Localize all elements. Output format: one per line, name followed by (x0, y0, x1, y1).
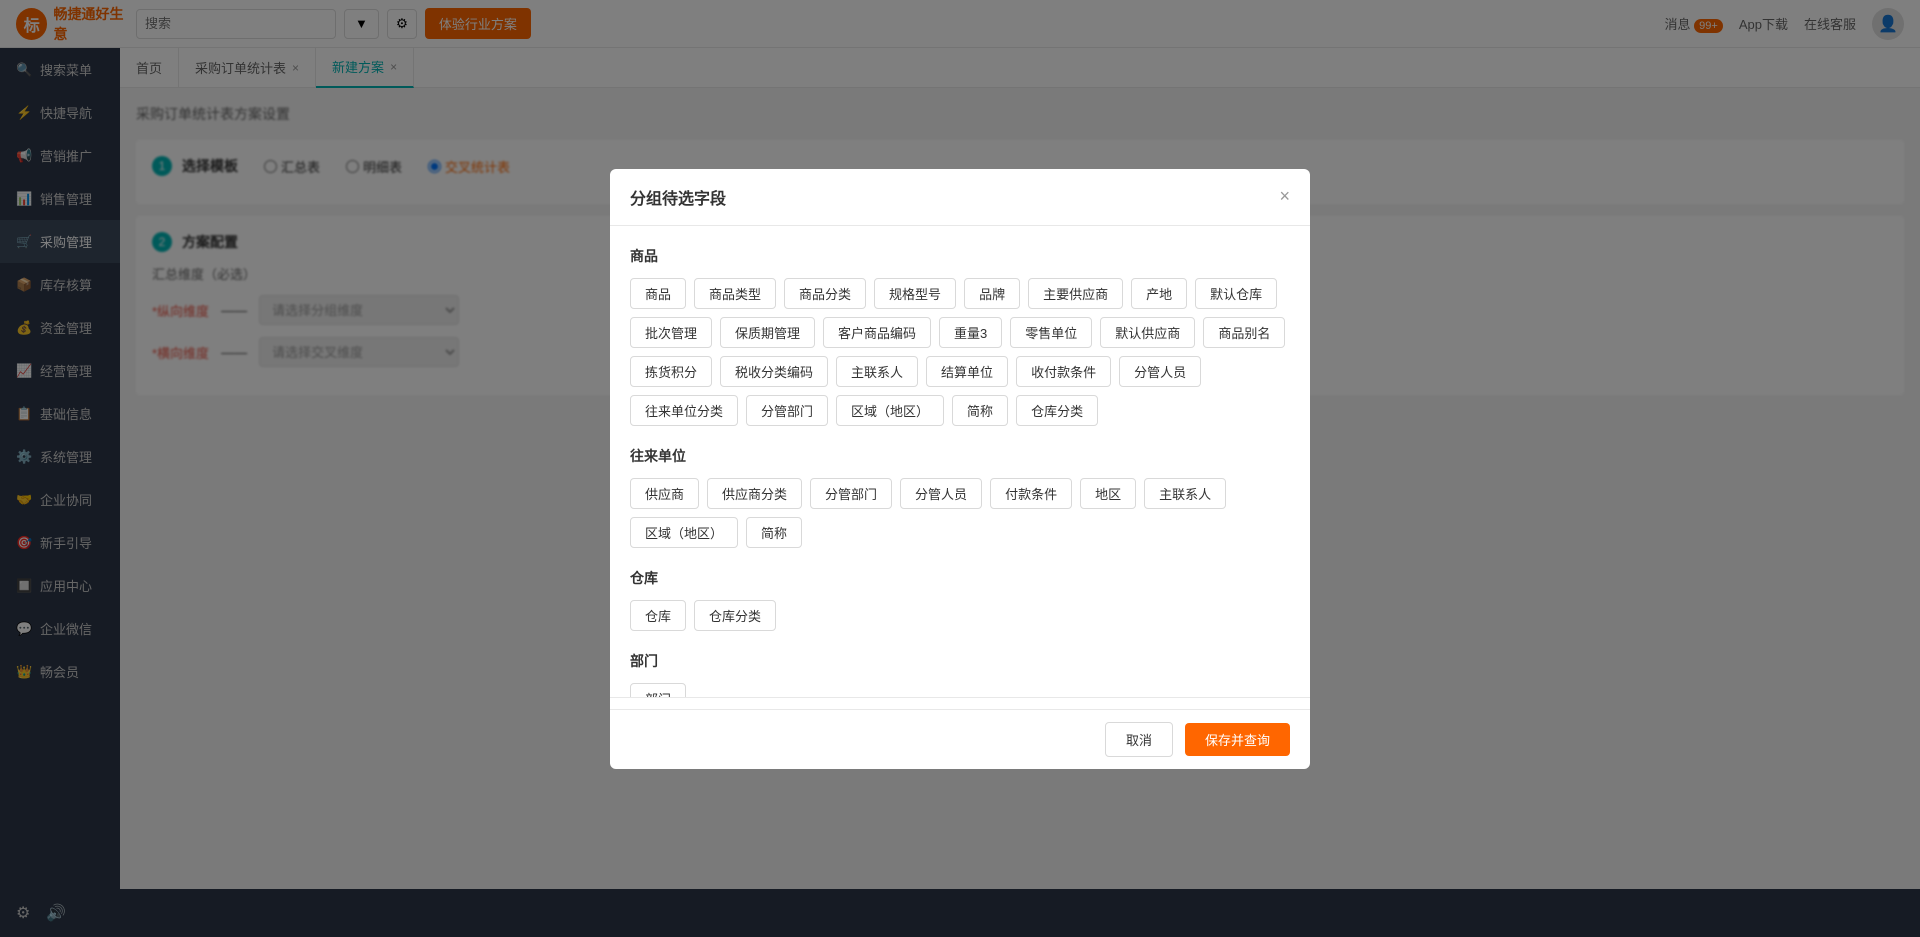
field-tag-0-19[interactable]: 收付款条件 (1016, 356, 1111, 387)
field-tag-1-4[interactable]: 付款条件 (990, 478, 1072, 509)
field-tag-0-11[interactable]: 重量3 (939, 317, 1002, 348)
field-tag-1-5[interactable]: 地区 (1080, 478, 1136, 509)
field-tag-0-21[interactable]: 往来单位分类 (630, 395, 738, 426)
field-tags-3: 部门 (630, 683, 1290, 697)
field-tag-0-18[interactable]: 结算单位 (926, 356, 1008, 387)
modal-title: 分组待选字段 (630, 185, 726, 209)
field-tag-0-8[interactable]: 批次管理 (630, 317, 712, 348)
field-section-3: 部门部门 (630, 651, 1290, 697)
field-tag-0-9[interactable]: 保质期管理 (720, 317, 815, 348)
field-section-title-3: 部门 (630, 651, 1290, 671)
field-tag-0-0[interactable]: 商品 (630, 278, 686, 309)
field-tags-2: 仓库仓库分类 (630, 600, 1290, 631)
field-tag-2-1[interactable]: 仓库分类 (694, 600, 776, 631)
field-tag-0-10[interactable]: 客户商品编码 (823, 317, 931, 348)
field-tag-3-0[interactable]: 部门 (630, 683, 686, 697)
field-tag-1-8[interactable]: 简称 (746, 517, 802, 548)
field-tag-0-13[interactable]: 默认供应商 (1100, 317, 1195, 348)
field-section-2: 仓库仓库仓库分类 (630, 568, 1290, 631)
field-tag-1-6[interactable]: 主联系人 (1144, 478, 1226, 509)
field-tag-0-17[interactable]: 主联系人 (836, 356, 918, 387)
field-tag-0-12[interactable]: 零售单位 (1010, 317, 1092, 348)
field-tag-0-4[interactable]: 品牌 (964, 278, 1020, 309)
modal-close-icon[interactable]: × (1279, 186, 1290, 207)
field-tag-0-15[interactable]: 拣货积分 (630, 356, 712, 387)
field-tag-0-3[interactable]: 规格型号 (874, 278, 956, 309)
field-tag-1-3[interactable]: 分管人员 (900, 478, 982, 509)
field-tag-0-25[interactable]: 仓库分类 (1016, 395, 1098, 426)
field-section-0: 商品商品商品类型商品分类规格型号品牌主要供应商产地默认仓库批次管理保质期管理客户… (630, 246, 1290, 426)
field-tag-0-7[interactable]: 默认仓库 (1195, 278, 1277, 309)
field-tag-0-20[interactable]: 分管人员 (1119, 356, 1201, 387)
field-tag-0-2[interactable]: 商品分类 (784, 278, 866, 309)
field-section-1: 往来单位供应商供应商分类分管部门分管人员付款条件地区主联系人区域（地区） 简称 (630, 446, 1290, 548)
field-tag-0-1[interactable]: 商品类型 (694, 278, 776, 309)
modal-footer: 取消 保存并查询 (610, 709, 1310, 769)
field-tag-0-22[interactable]: 分管部门 (746, 395, 828, 426)
field-section-title-1: 往来单位 (630, 446, 1290, 466)
field-tag-0-6[interactable]: 产地 (1131, 278, 1187, 309)
field-tag-1-0[interactable]: 供应商 (630, 478, 699, 509)
field-tag-0-16[interactable]: 税收分类编码 (720, 356, 828, 387)
field-tag-2-0[interactable]: 仓库 (630, 600, 686, 631)
modal-scroll-x[interactable] (610, 697, 1310, 709)
field-tag-1-7[interactable]: 区域（地区） (630, 517, 738, 548)
field-tag-0-14[interactable]: 商品别名 (1203, 317, 1285, 348)
modal-body[interactable]: 商品商品商品类型商品分类规格型号品牌主要供应商产地默认仓库批次管理保质期管理客户… (610, 226, 1310, 697)
field-tag-0-24[interactable]: 简称 (952, 395, 1008, 426)
field-tag-0-5[interactable]: 主要供应商 (1028, 278, 1123, 309)
cancel-button[interactable]: 取消 (1105, 722, 1173, 757)
field-tags-1: 供应商供应商分类分管部门分管人员付款条件地区主联系人区域（地区） 简称 (630, 478, 1290, 548)
field-tags-0: 商品商品类型商品分类规格型号品牌主要供应商产地默认仓库批次管理保质期管理客户商品… (630, 278, 1290, 426)
modal-dialog: 分组待选字段 × 商品商品商品类型商品分类规格型号品牌主要供应商产地默认仓库批次… (610, 169, 1310, 769)
modal-overlay: 分组待选字段 × 商品商品商品类型商品分类规格型号品牌主要供应商产地默认仓库批次… (0, 0, 1920, 937)
field-tag-1-1[interactable]: 供应商分类 (707, 478, 802, 509)
modal-header: 分组待选字段 × (610, 169, 1310, 226)
field-tag-0-23[interactable]: 区域（地区） (836, 395, 944, 426)
field-tag-1-2[interactable]: 分管部门 (810, 478, 892, 509)
field-section-title-2: 仓库 (630, 568, 1290, 588)
field-section-title-0: 商品 (630, 246, 1290, 266)
save-query-button[interactable]: 保存并查询 (1185, 723, 1290, 756)
